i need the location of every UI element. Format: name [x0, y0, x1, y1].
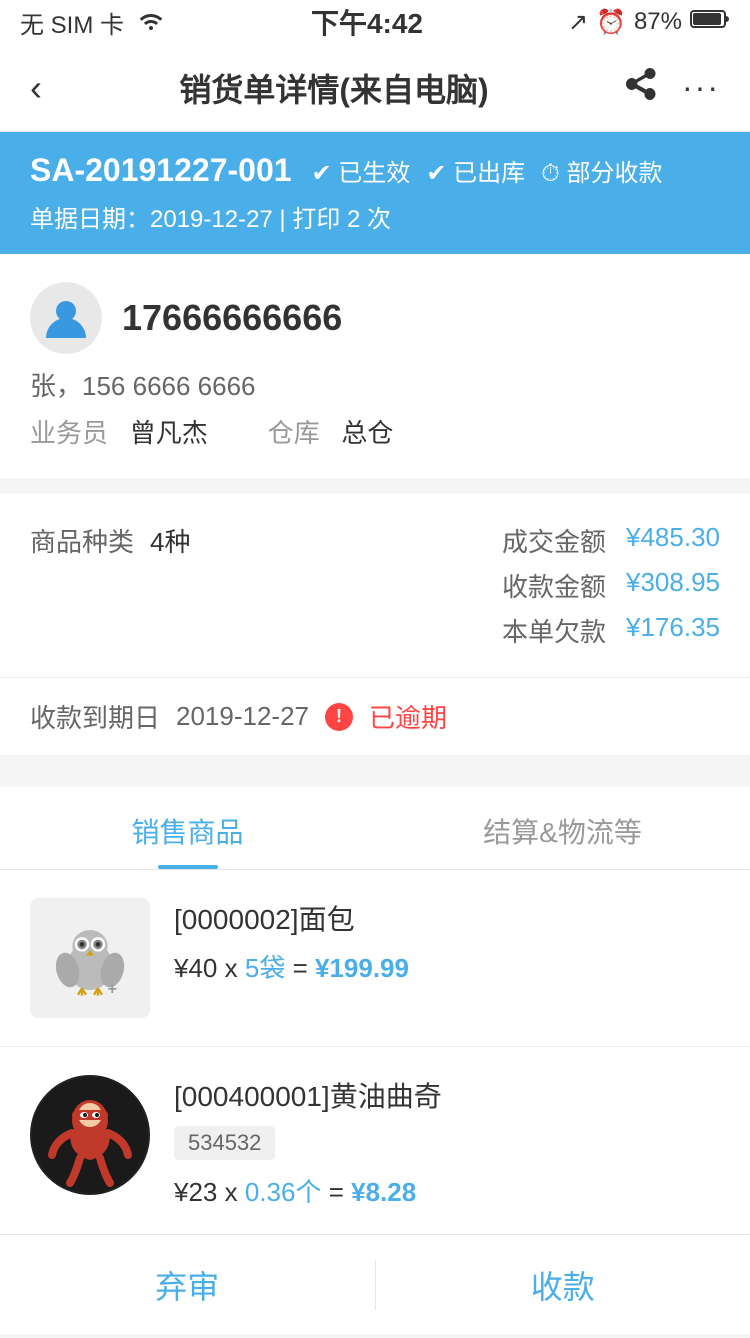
warehouse-value: 总仓: [341, 418, 393, 448]
more-button[interactable]: ···: [682, 69, 720, 106]
product-total-1: ¥199.99: [315, 953, 409, 983]
tab-settlement[interactable]: 结算&物流等: [375, 787, 750, 869]
product-info-1: [0000002]面包 ¥40 x 5袋 = ¥199.99: [174, 898, 720, 985]
salesperson-label: 业务员: [30, 418, 108, 448]
status-bar-right: ↗ ⏰ 87%: [568, 8, 730, 37]
tabs: 销售商品 结算&物流等: [0, 787, 750, 870]
carrier-text: 无 SIM 卡: [20, 5, 124, 40]
nav-title: 销货单详情(来自电脑): [179, 65, 488, 111]
product-qty-1: 5袋: [245, 953, 285, 983]
header-banner: SA-20191227-001 ✔ 已生效 ✔ 已出库 ⏱ 部分收款 单据日期：…: [0, 132, 750, 254]
product-type-label: 商品种类: [30, 522, 134, 559]
amount-label: 成交金额: [502, 522, 606, 559]
status-badges: ✔ 已生效 ✔ 已出库 ⏱ 部分收款: [312, 153, 663, 188]
product-price-1: ¥40 x 5袋 = ¥199.99: [174, 948, 720, 985]
customer-row1: 17666666666: [30, 282, 720, 354]
order-id: SA-20191227-001: [30, 152, 292, 189]
stats-received: 收款金额 ¥308.95: [502, 567, 720, 604]
product-item-1: + [0000002]面包 ¥40 x 5袋 = ¥199.99: [0, 870, 750, 1047]
stats-left: 商品种类 4种: [30, 522, 190, 559]
customer-phone: 17666666666: [122, 297, 342, 339]
badge-effected: ✔ 已生效: [312, 153, 411, 188]
badge-partial-payment: ⏱ 部分收款: [541, 153, 662, 188]
battery-icon: [690, 8, 730, 37]
due-section: 收款到期日 2019-12-27 ! 已逾期: [0, 677, 750, 755]
header-doc-date: 单据日期：2019-12-27 | 打印 2 次: [30, 199, 720, 234]
received-value: ¥308.95: [626, 567, 720, 604]
product-unit-price-2: ¥23: [174, 1177, 217, 1207]
bottom-bar: 弃审 收款: [0, 1234, 750, 1334]
product-name-1: [0000002]面包: [174, 898, 720, 938]
product-unit-price-1: ¥40: [174, 953, 217, 983]
overdue-icon: !: [325, 703, 353, 731]
header-banner-row1: SA-20191227-001 ✔ 已生效 ✔ 已出库 ⏱ 部分收款: [30, 152, 720, 189]
tab-sales-products[interactable]: 销售商品: [0, 787, 375, 869]
product-qty-2: 0.36个: [245, 1177, 322, 1207]
wifi-icon: [136, 8, 166, 37]
stats-debt: 本单欠款 ¥176.35: [502, 612, 720, 649]
received-label: 收款金额: [502, 567, 606, 604]
cancel-button[interactable]: 弃审: [0, 1235, 375, 1334]
product-thumb-1: +: [30, 898, 150, 1018]
status-bar-left: 无 SIM 卡: [20, 5, 166, 40]
battery-text: 87%: [634, 8, 682, 36]
location-icon: ↗: [568, 8, 588, 37]
debt-label: 本单欠款: [502, 612, 606, 649]
divider-2: [0, 755, 750, 771]
svg-text:+: +: [108, 981, 117, 998]
customer-section: 17666666666 张，156 6666 6666 业务员 曾凡杰 仓库 总…: [0, 254, 750, 478]
debt-value: ¥176.35: [626, 612, 720, 649]
warehouse-label: 仓库: [268, 418, 320, 448]
stats-right: 成交金额 ¥485.30 收款金额 ¥308.95 本单欠款 ¥176.35: [502, 522, 720, 649]
due-date-label: 收款到期日: [30, 698, 160, 735]
product-name-2: [000400001]黄油曲奇: [174, 1075, 720, 1115]
salesperson-value: 曾凡杰: [130, 418, 208, 448]
badge-outstock: ✔ 已出库: [426, 153, 525, 188]
customer-meta: 业务员 曾凡杰 仓库 总仓: [30, 413, 720, 450]
avatar: [30, 282, 102, 354]
back-button[interactable]: ‹: [30, 67, 42, 109]
divider-1: [0, 478, 750, 494]
amount-value: ¥485.30: [626, 522, 720, 559]
confirm-payment-button[interactable]: 收款: [376, 1235, 750, 1334]
overdue-text: 已逾期: [369, 698, 447, 735]
product-info-2: [000400001]黄油曲奇 534532 ¥23 x 0.36个 = ¥8.…: [174, 1075, 720, 1209]
alarm-icon: ⏰: [596, 8, 626, 37]
product-type-count: 4种: [150, 522, 190, 559]
stats-amount: 成交金额 ¥485.30: [502, 522, 720, 559]
due-date-value: 2019-12-27: [176, 701, 309, 732]
product-sku-2: 534532: [174, 1126, 275, 1160]
customer-contact: 张，156 6666 6666: [30, 366, 720, 403]
product-total-2: ¥8.28: [351, 1177, 416, 1207]
product-item-2: [000400001]黄油曲奇 534532 ¥23 x 0.36个 = ¥8.…: [0, 1047, 750, 1238]
nav-bar: ‹ 销货单详情(来自电脑) ···: [0, 44, 750, 132]
status-bar-time: 下午4:42: [311, 2, 423, 42]
product-list: + [0000002]面包 ¥40 x 5袋 = ¥199.99: [0, 870, 750, 1238]
status-bar: 无 SIM 卡 下午4:42 ↗ ⏰ 87%: [0, 0, 750, 44]
share-button[interactable]: [626, 68, 658, 108]
nav-actions: ···: [626, 68, 720, 108]
product-price-2: ¥23 x 0.36个 = ¥8.28: [174, 1172, 720, 1209]
product-thumb-2: [30, 1075, 150, 1195]
stats-section: 商品种类 4种 成交金额 ¥485.30 收款金额 ¥308.95 本单欠款 ¥…: [0, 494, 750, 677]
